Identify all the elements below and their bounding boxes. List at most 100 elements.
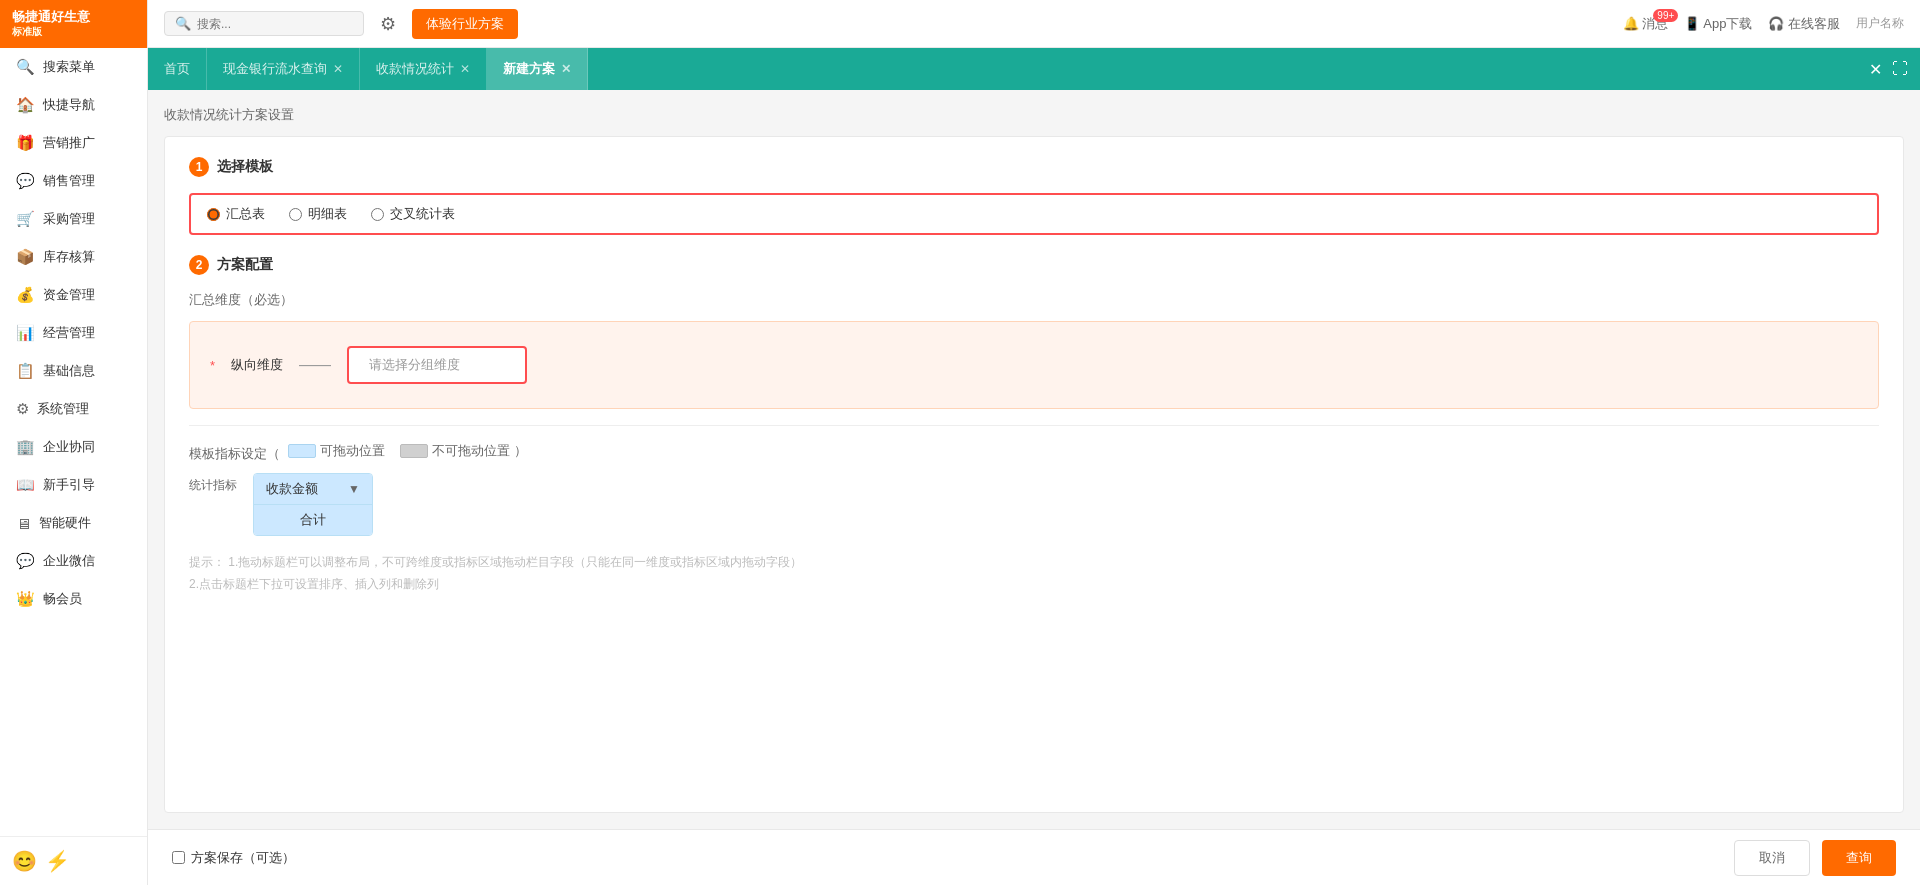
topbar-right: 🔔 99+ 消息 📱 App下载 🎧 在线客服 用户名称 [1623,15,1904,33]
arrow-icon: —— [299,356,331,374]
maximize-icon[interactable]: ⛶ [1892,60,1908,78]
radio-detail-label[interactable]: 明细表 [308,205,347,223]
sidebar-item-system[interactable]: ⚙ 系统管理 [0,390,147,428]
sidebar-item-enterprise[interactable]: 🏢 企业协同 [0,428,147,466]
download-icon: 📱 [1684,16,1700,31]
metrics-section: 模板指标设定（ 可拖动位置 不可拖动位置 ） 统计指标 [189,425,1879,536]
sidebar-item-label: 智能硬件 [39,514,91,532]
sidebar-item-label: 搜索菜单 [43,58,95,76]
sidebar-item-label: 新手引导 [43,476,95,494]
sidebar-item-quick-nav[interactable]: 🏠 快捷导航 [0,86,147,124]
wechat-icon: 💬 [16,552,35,570]
sidebar-item-sales[interactable]: 💬 销售管理 [0,162,147,200]
clipboard-icon: 📋 [16,362,35,380]
bottom-buttons: 取消 查询 [1734,840,1896,876]
sidebar-item-wechat[interactable]: 💬 企业微信 [0,542,147,580]
draggable-indicator [288,444,316,458]
search-icon: 🔍 [16,58,35,76]
step2-number: 2 [189,255,209,275]
sidebar-item-inventory[interactable]: 📦 库存核算 [0,238,147,276]
app-logo: 畅捷通好生意 标准版 [0,0,147,48]
sidebar-bottom-icon-1[interactable]: 😊 [12,849,37,873]
sidebar-item-guide[interactable]: 📖 新手引导 [0,466,147,504]
sidebar-item-label: 销售管理 [43,172,95,190]
radio-cross-input[interactable] [371,208,384,221]
sidebar-bottom-icon-2[interactable]: ⚡ [45,849,70,873]
box-icon: 📦 [16,248,35,266]
main-area: 🔍 ⚙ 体验行业方案 🔔 99+ 消息 📱 App下载 🎧 在线客服 用户名称 … [148,0,1920,885]
app-download[interactable]: 📱 App下载 [1684,15,1752,33]
book-icon: 📖 [16,476,35,494]
sidebar: 畅捷通好生意 标准版 🔍 搜索菜单 🏠 快捷导航 🎁 营销推广 💬 销售管理 🛒… [0,0,148,885]
save-label[interactable]: 方案保存（可选） [191,849,295,867]
chart-icon: 📊 [16,324,35,342]
sidebar-item-search[interactable]: 🔍 搜索菜单 [0,48,147,86]
cart-icon: 🛒 [16,210,35,228]
settings-icon[interactable]: ⚙ [380,13,396,35]
cancel-button[interactable]: 取消 [1734,840,1810,876]
tab-cashflow[interactable]: 现金银行流水查询 ✕ [207,48,360,90]
step1-number: 1 [189,157,209,177]
step2-section: 2 方案配置 汇总维度（必选） * 纵向维度 —— 请选择分组维度 模板指标设定… [189,255,1879,595]
search-input[interactable] [197,17,347,31]
metrics-label: 模板指标设定（ 可拖动位置 不可拖动位置 ） [189,442,1879,463]
sidebar-item-label: 基础信息 [43,362,95,380]
vertical-dim-label: 纵向维度 [231,356,283,374]
gear-icon: ⚙ [16,400,29,418]
tabbar: 首页 现金银行流水查询 ✕ 收款情况统计 ✕ 新建方案 ✕ ✕ ⛶ [148,48,1920,90]
stats-header[interactable]: 收款金额 ▼ [254,474,372,504]
tab-home-label: 首页 [164,60,190,78]
tab-new-plan[interactable]: 新建方案 ✕ [487,48,588,90]
search-box[interactable]: 🔍 [164,11,364,36]
radio-summary-input[interactable] [207,208,220,221]
tab-collection-stats[interactable]: 收款情况统计 ✕ [360,48,487,90]
tab-new-plan-close[interactable]: ✕ [561,62,571,76]
sidebar-item-member[interactable]: 👑 畅会员 [0,580,147,618]
radio-summary[interactable]: 汇总表 [207,205,265,223]
sidebar-item-hardware[interactable]: 🖥 智能硬件 [0,504,147,542]
sidebar-item-label: 采购管理 [43,210,95,228]
sidebar-item-label: 经营管理 [43,324,95,342]
radio-detail[interactable]: 明细表 [289,205,347,223]
template-select-box: 汇总表 明细表 交叉统计表 [189,193,1879,235]
query-button[interactable]: 查询 [1822,840,1896,876]
search-icon: 🔍 [175,16,191,31]
online-service[interactable]: 🎧 在线客服 [1768,15,1840,33]
dimension-select[interactable]: 请选择分组维度 [347,346,527,384]
stats-cell-total: 合计 [254,504,372,535]
chevron-down-icon: ▼ [348,482,360,496]
sidebar-item-operations[interactable]: 📊 经营管理 [0,314,147,352]
page-content: 收款情况统计方案设置 1 选择模板 汇总表 明细表 [148,90,1920,829]
radio-detail-input[interactable] [289,208,302,221]
required-mark: * [210,358,215,373]
stats-area: 统计指标 收款金额 ▼ 合计 [189,473,1879,536]
non-draggable-indicator [400,444,428,458]
tab-collection-stats-close[interactable]: ✕ [460,62,470,76]
save-checkbox[interactable] [172,851,185,864]
sidebar-item-marketing[interactable]: 🎁 营销推广 [0,124,147,162]
radio-cross[interactable]: 交叉统计表 [371,205,455,223]
notification-bell[interactable]: 🔔 99+ 消息 [1623,15,1669,33]
topbar: 🔍 ⚙ 体验行业方案 🔔 99+ 消息 📱 App下载 🎧 在线客服 用户名称 [148,0,1920,48]
save-option[interactable]: 方案保存（可选） [172,849,295,867]
money-icon: 💰 [16,286,35,304]
headset-icon: 🎧 [1768,16,1784,31]
close-window-icon[interactable]: ✕ [1869,60,1882,79]
bell-icon: 🔔 [1623,16,1639,31]
tab-cashflow-close[interactable]: ✕ [333,62,343,76]
radio-cross-label[interactable]: 交叉统计表 [390,205,455,223]
sidebar-item-purchase[interactable]: 🛒 采购管理 [0,200,147,238]
sidebar-item-label: 畅会员 [43,590,82,608]
user-name: 用户名称 [1856,15,1904,32]
industry-btn[interactable]: 体验行业方案 [412,9,518,39]
sidebar-item-label: 库存核算 [43,248,95,266]
sidebar-item-base-info[interactable]: 📋 基础信息 [0,352,147,390]
crown-icon: 👑 [16,590,35,608]
step1-section: 1 选择模板 汇总表 明细表 交叉统计表 [189,157,1879,235]
tab-collection-stats-label: 收款情况统计 [376,60,454,78]
tip-line2: 2.点击标题栏下拉可设置排序、插入列和删除列 [189,574,1879,596]
tab-home[interactable]: 首页 [148,48,207,90]
radio-summary-label[interactable]: 汇总表 [226,205,265,223]
building-icon: 🏢 [16,438,35,456]
sidebar-item-finance[interactable]: 💰 资金管理 [0,276,147,314]
